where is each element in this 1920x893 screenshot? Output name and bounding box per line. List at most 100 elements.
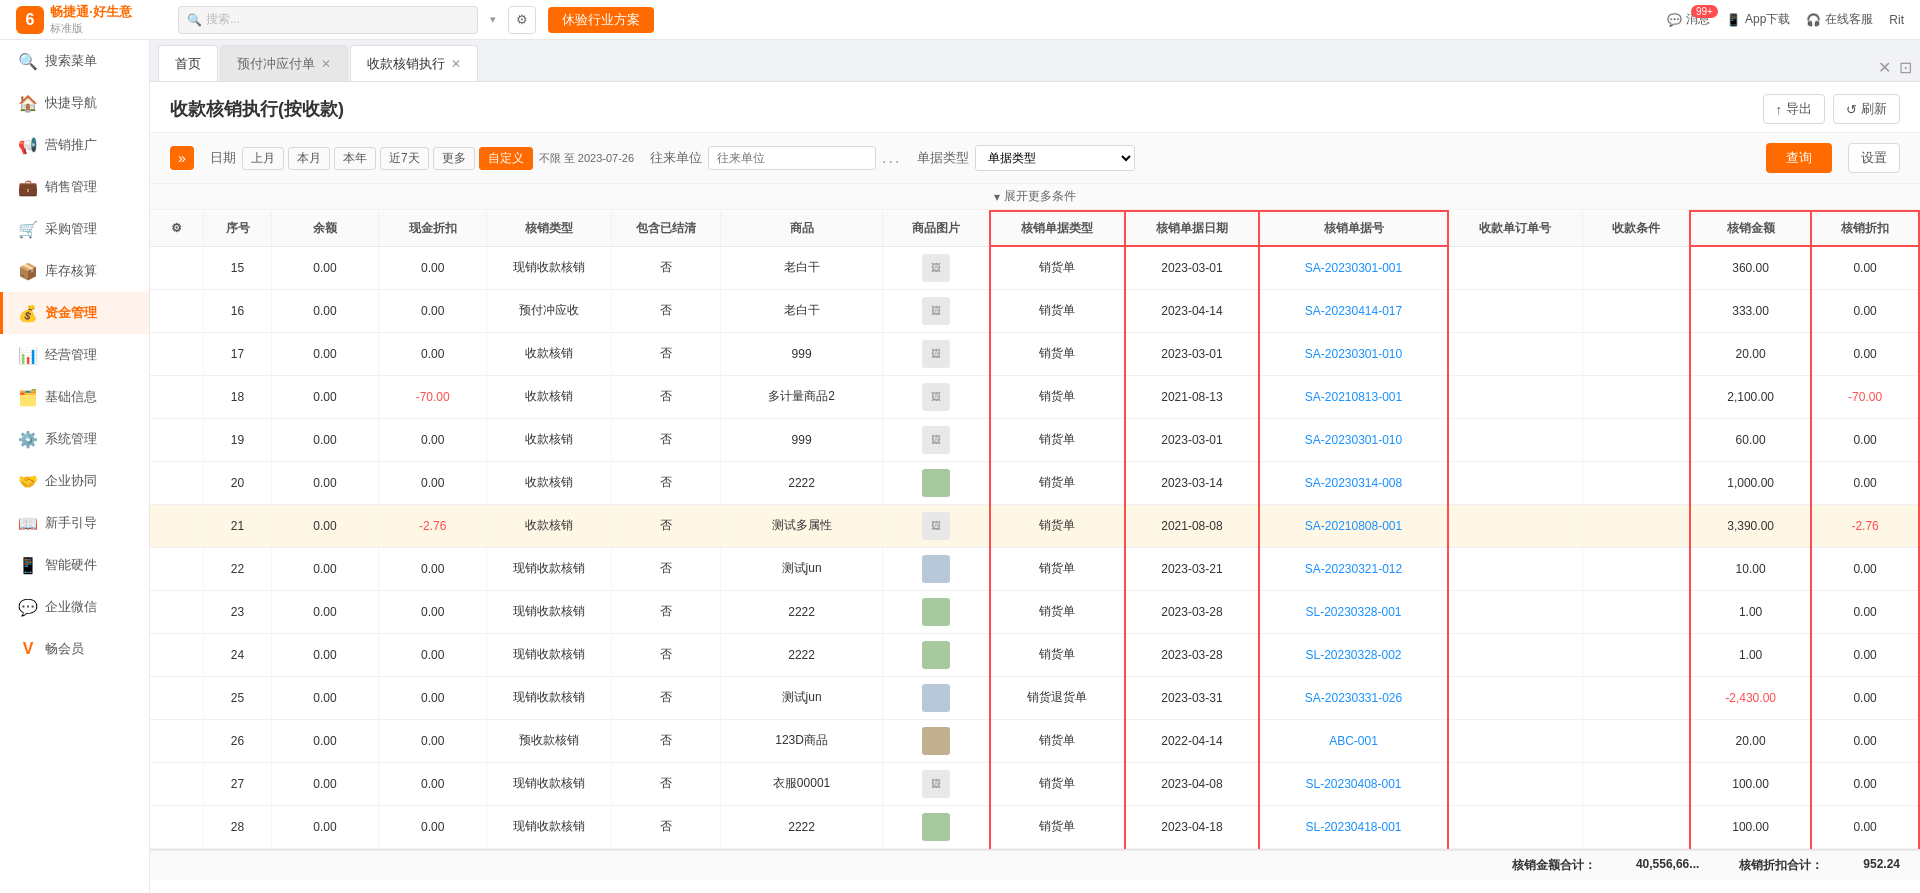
cancel-bill-no-link[interactable]: ABC-001: [1329, 734, 1378, 748]
expand-filter-btn[interactable]: »: [170, 146, 194, 170]
cell-cancel-bill-no[interactable]: SA-20230301-010: [1259, 332, 1447, 375]
industry-solution-btn[interactable]: 休验行业方案: [548, 7, 654, 33]
tab-collection[interactable]: 收款核销执行 ✕: [350, 45, 478, 81]
cell-cancel-bill-no[interactable]: SA-20230301-001: [1259, 246, 1447, 289]
bill-type-select[interactable]: 单据类型: [975, 145, 1135, 171]
cell-cancel-bill-no[interactable]: ABC-001: [1259, 719, 1447, 762]
cancel-bill-no-link[interactable]: SA-20230301-010: [1305, 433, 1402, 447]
cell-cancel-discount: 0.00: [1811, 762, 1919, 805]
cell-balance: 0.00: [271, 719, 379, 762]
cell-include-settled: 否: [612, 504, 721, 547]
date-opt-last-month[interactable]: 上月: [242, 147, 284, 170]
maximize-btn[interactable]: ⊡: [1899, 58, 1912, 77]
sidebar-item-system[interactable]: ⚙️ 系统管理: [0, 418, 149, 460]
close-window-btn[interactable]: ✕: [1878, 58, 1891, 77]
sidebar-item-quicknav[interactable]: 🏠 快捷导航: [0, 82, 149, 124]
cell-collection-order-no: [1448, 461, 1583, 504]
user-name[interactable]: Rit: [1889, 13, 1904, 27]
sidebar-item-finance[interactable]: 💰 资金管理: [0, 292, 149, 334]
cell-settings: [150, 375, 204, 418]
cell-balance: 0.00: [271, 418, 379, 461]
expand-more-btn[interactable]: ▾ 展开更多条件: [994, 188, 1076, 205]
cell-product-img: [882, 805, 990, 848]
search-dropdown-arrow[interactable]: ▾: [490, 13, 496, 26]
messages-btn[interactable]: 💬 消息 99+: [1667, 11, 1710, 28]
cell-cancel-bill-no[interactable]: SL-20230328-001: [1259, 590, 1447, 633]
cancel-bill-no-link[interactable]: SL-20230328-002: [1305, 648, 1401, 662]
sidebar-item-sales[interactable]: 💼 销售管理: [0, 166, 149, 208]
cell-cancel-bill-date: 2023-03-28: [1125, 590, 1260, 633]
sidebar-item-wechat[interactable]: 💬 企业微信: [0, 586, 149, 628]
cell-balance: 0.00: [271, 332, 379, 375]
date-opt-this-month[interactable]: 本月: [288, 147, 330, 170]
export-btn[interactable]: ↑ 导出: [1763, 94, 1826, 124]
tab-prepay-close[interactable]: ✕: [321, 57, 331, 71]
cancel-bill-no-link[interactable]: SA-20230414-017: [1305, 304, 1402, 318]
sidebar-item-operations[interactable]: 📊 经营管理: [0, 334, 149, 376]
cancel-bill-no-link[interactable]: SA-20230331-026: [1305, 691, 1402, 705]
cell-no: 17: [204, 332, 271, 375]
sidebar-item-member[interactable]: V 畅会员: [0, 628, 149, 670]
sidebar-item-search[interactable]: 🔍 搜索菜单: [0, 40, 149, 82]
sidebar-item-guide[interactable]: 📖 新手引导: [0, 502, 149, 544]
cancel-bill-no-link[interactable]: SA-20230301-001: [1305, 261, 1402, 275]
cancel-bill-no-link[interactable]: SA-20210813-001: [1305, 390, 1402, 404]
search-box[interactable]: 🔍 搜索...: [178, 6, 478, 34]
cancel-bill-no-link[interactable]: SL-20230328-001: [1305, 605, 1401, 619]
tab-home[interactable]: 首页: [158, 45, 218, 81]
from-unit-dots-btn[interactable]: ...: [882, 149, 901, 167]
cell-cancel-bill-no[interactable]: SL-20230418-001: [1259, 805, 1447, 848]
from-unit-input[interactable]: [708, 146, 876, 170]
cell-cancel-bill-no[interactable]: SA-20230314-008: [1259, 461, 1447, 504]
top-bar: 6 畅捷通·好生意 标准版 🔍 搜索... ▾ ⚙ 休验行业方案 💬 消息 99…: [0, 0, 1920, 40]
cell-balance: 0.00: [271, 375, 379, 418]
date-opt-custom[interactable]: 自定义: [479, 147, 533, 170]
refresh-btn[interactable]: ↺ 刷新: [1833, 94, 1900, 124]
cancel-bill-no-link[interactable]: SL-20230418-001: [1305, 820, 1401, 834]
app-download-btn[interactable]: 📱 App下载: [1726, 11, 1790, 28]
cell-cancel-bill-no[interactable]: SA-20230301-010: [1259, 418, 1447, 461]
sidebar-item-inventory[interactable]: 📦 库存核算: [0, 250, 149, 292]
search-icon: 🔍: [19, 52, 37, 70]
cancel-bill-no-link[interactable]: SA-20230314-008: [1305, 476, 1402, 490]
cell-no: 28: [204, 805, 271, 848]
online-service-btn[interactable]: 🎧 在线客服: [1806, 11, 1873, 28]
cancel-bill-no-link[interactable]: SL-20230408-001: [1305, 777, 1401, 791]
sidebar-item-purchase[interactable]: 🛒 采购管理: [0, 208, 149, 250]
cell-cancel-bill-no[interactable]: SL-20230408-001: [1259, 762, 1447, 805]
cell-product-img: 🖼: [882, 246, 990, 289]
cell-cancel-bill-no[interactable]: SA-20210813-001: [1259, 375, 1447, 418]
cell-product: 衣服00001: [721, 762, 883, 805]
product-img: [922, 641, 950, 669]
tab-collection-close[interactable]: ✕: [451, 57, 461, 71]
cell-no: 16: [204, 289, 271, 332]
cell-cancel-bill-no[interactable]: SA-20210808-001: [1259, 504, 1447, 547]
cancel-bill-no-link[interactable]: SA-20210808-001: [1305, 519, 1402, 533]
cell-cancel-bill-type: 销货单: [990, 762, 1125, 805]
sidebar-item-hardware[interactable]: 📱 智能硬件: [0, 544, 149, 586]
cell-cancel-bill-no[interactable]: SL-20230328-002: [1259, 633, 1447, 676]
cell-cancel-bill-no[interactable]: SA-20230414-017: [1259, 289, 1447, 332]
cell-collection-order-no: [1448, 547, 1583, 590]
cancel-bill-no-link[interactable]: SA-20230321-012: [1305, 562, 1402, 576]
cancel-bill-no-link[interactable]: SA-20230301-010: [1305, 347, 1402, 361]
sidebar-item-basic[interactable]: 🗂️ 基础信息: [0, 376, 149, 418]
cell-cancel-bill-no[interactable]: SA-20230331-026: [1259, 676, 1447, 719]
sidebar-item-enterprise[interactable]: 🤝 企业协同: [0, 460, 149, 502]
date-opt-more[interactable]: 更多: [433, 147, 475, 170]
date-opt-7days[interactable]: 近7天: [380, 147, 429, 170]
settings-icon-btn[interactable]: ⚙: [508, 6, 536, 34]
cell-product-img: 🖼: [882, 332, 990, 375]
cell-settings: [150, 805, 204, 848]
cell-cancel-bill-no[interactable]: SA-20230321-012: [1259, 547, 1447, 590]
cell-product-img: [882, 547, 990, 590]
col-settings[interactable]: ⚙: [150, 211, 204, 246]
filter-settings-btn[interactable]: 设置: [1848, 143, 1900, 173]
date-opt-this-year[interactable]: 本年: [334, 147, 376, 170]
cell-cancel-type: 收款核销: [487, 461, 612, 504]
cell-product: 测试jun: [721, 676, 883, 719]
header-actions: ↑ 导出 ↺ 刷新: [1763, 94, 1901, 124]
sidebar-item-marketing[interactable]: 📢 营销推广: [0, 124, 149, 166]
query-btn[interactable]: 查询: [1766, 143, 1832, 173]
tab-prepay[interactable]: 预付冲应付单 ✕: [220, 45, 348, 81]
